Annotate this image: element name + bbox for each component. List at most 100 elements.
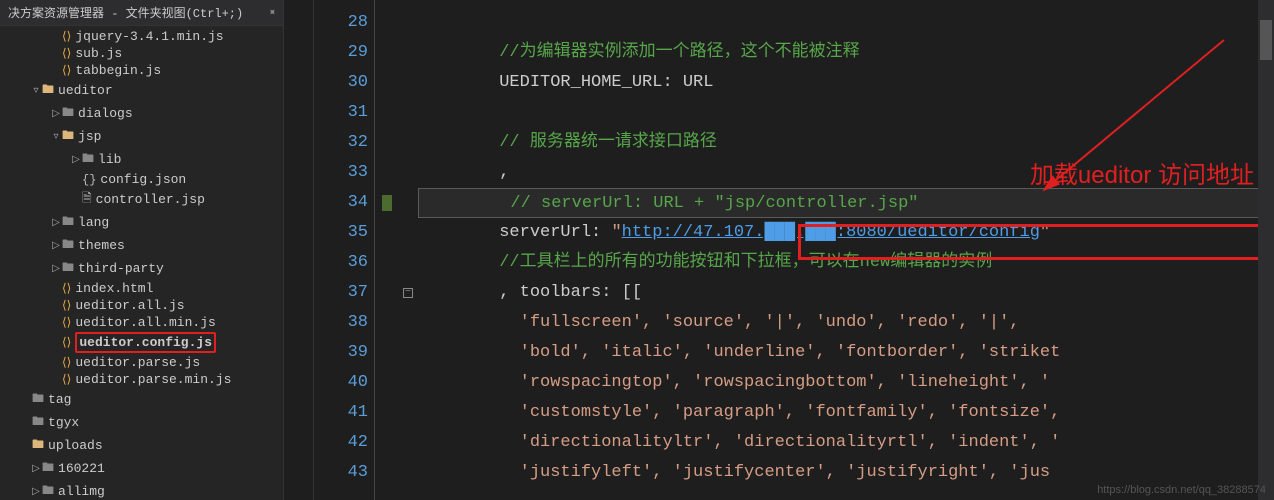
breakpoint-slot[interactable]: [375, 315, 398, 345]
fold-slot[interactable]: [398, 98, 418, 128]
breakpoint-slot[interactable]: [375, 128, 398, 158]
fold-slot[interactable]: −: [398, 278, 418, 308]
fold-slot[interactable]: [398, 458, 418, 488]
tree-item-tgyx[interactable]: 🖿tgyx: [0, 411, 283, 434]
code-line[interactable]: 'customstyle', 'paragraph', 'fontfamily'…: [438, 398, 1274, 428]
tree-item-lib[interactable]: ▷🖿lib: [0, 148, 283, 171]
fold-slot[interactable]: [398, 428, 418, 458]
fold-slot[interactable]: [398, 338, 418, 368]
code-editor: 28293031323334353637383940414243 − //为编辑…: [284, 0, 1274, 500]
breakpoint-slot[interactable]: [375, 68, 398, 98]
sidebar-title: 决方案资源管理器 - 文件夹视图(Ctrl+;): [8, 4, 243, 21]
tree-item-controller-jsp[interactable]: 🗎controller.jsp: [0, 188, 283, 211]
tree-item-jquery-3-4-1-min-js[interactable]: ⟨⟩jquery-3.4.1.min.js: [0, 28, 283, 45]
tree-item-config-json[interactable]: {}config.json: [0, 171, 283, 188]
code-line[interactable]: 'bold', 'italic', 'underline', 'fontbord…: [438, 338, 1274, 368]
breakpoint-slot[interactable]: [375, 98, 398, 128]
breakpoint-slot[interactable]: [375, 255, 398, 285]
expand-arrow-icon[interactable]: ▷: [70, 154, 82, 166]
code-line[interactable]: 'fullscreen', 'source', '|', 'undo', 're…: [438, 308, 1274, 338]
fold-slot[interactable]: [398, 38, 418, 68]
pin-icon[interactable]: ✦: [264, 5, 278, 19]
tree-item-allimg[interactable]: ▷🖿allimg: [0, 480, 283, 500]
breakpoint-slot[interactable]: [375, 8, 398, 38]
expand-arrow-icon[interactable]: ▷: [50, 263, 62, 275]
expand-arrow-icon[interactable]: ▿: [50, 131, 62, 143]
folder-closed-icon: 🖿: [32, 389, 44, 410]
breakpoint-slot[interactable]: [375, 405, 398, 435]
breakpoint-column[interactable]: [374, 0, 398, 500]
breakpoint-slot[interactable]: [375, 435, 398, 465]
code-line[interactable]: serverUrl: "http://47.107.███.███:8080/u…: [438, 218, 1274, 248]
code-line[interactable]: UEDITOR_HOME_URL: URL: [438, 68, 1274, 98]
code-token-keyword: ,: [499, 163, 509, 182]
tree-item-ueditor-config-js[interactable]: ⟨⟩ueditor.config.js: [0, 331, 283, 354]
solution-explorer-panel: 决方案资源管理器 - 文件夹视图(Ctrl+;) ✦ ⟨⟩jquery-3.4.…: [0, 0, 284, 500]
fold-slot[interactable]: [398, 368, 418, 398]
fold-slot[interactable]: [398, 218, 418, 248]
code-line[interactable]: //工具栏上的所有的功能按钮和下拉框，可以在new编辑器的实例: [438, 248, 1274, 278]
fold-slot[interactable]: [398, 8, 418, 38]
expand-arrow-icon[interactable]: ▷: [50, 108, 62, 120]
code-line[interactable]: 'rowspacingtop', 'rowspacingbottom', 'li…: [438, 368, 1274, 398]
breakpoint-slot[interactable]: [375, 375, 398, 405]
breakpoint-slot[interactable]: [375, 195, 398, 225]
code-line[interactable]: // 服务器统一请求接口路径: [438, 128, 1274, 158]
code-line[interactable]: 'directionalityltr', 'directionalityrtl'…: [438, 428, 1274, 458]
expand-arrow-icon[interactable]: ▷: [50, 217, 62, 229]
tree-item-sub-js[interactable]: ⟨⟩sub.js: [0, 45, 283, 62]
breakpoint-slot[interactable]: [375, 158, 398, 188]
fold-slot[interactable]: [398, 308, 418, 338]
fold-column[interactable]: −: [398, 0, 418, 500]
tree-item-ueditor-parse-min-js[interactable]: ⟨⟩ueditor.parse.min.js: [0, 371, 283, 388]
code-line[interactable]: , toolbars: [[: [438, 278, 1274, 308]
breakpoint-slot[interactable]: [375, 465, 398, 495]
tree-item-lang[interactable]: ▷🖿lang: [0, 211, 283, 234]
code-line[interactable]: // serverUrl: URL + "jsp/controller.jsp": [418, 188, 1274, 218]
tree-item-ueditor-all-js[interactable]: ⟨⟩ueditor.all.js: [0, 297, 283, 314]
breakpoint-slot[interactable]: [375, 285, 398, 315]
code-line[interactable]: [438, 98, 1274, 128]
expand-arrow-icon[interactable]: ▿: [30, 85, 42, 97]
tree-item-uploads[interactable]: 🖿uploads: [0, 434, 283, 457]
tree-item-ueditor-parse-js[interactable]: ⟨⟩ueditor.parse.js: [0, 354, 283, 371]
code-token-keyword: , toolbars: [[: [499, 283, 642, 302]
tree-item-third-party[interactable]: ▷🖿third-party: [0, 257, 283, 280]
fold-slot[interactable]: [398, 248, 418, 278]
tree-item-themes[interactable]: ▷🖿themes: [0, 234, 283, 257]
code-line[interactable]: [438, 8, 1274, 38]
tree-item-ueditor-all-min-js[interactable]: ⟨⟩ueditor.all.min.js: [0, 314, 283, 331]
expand-arrow-icon[interactable]: ▷: [50, 240, 62, 252]
js-file-icon: ⟨⟩: [62, 46, 71, 61]
fold-slot[interactable]: [398, 158, 418, 188]
tree-item-dialogs[interactable]: ▷🖿dialogs: [0, 102, 283, 125]
vertical-scrollbar[interactable]: [1258, 0, 1274, 500]
fold-slot[interactable]: [398, 68, 418, 98]
tree-item-ueditor[interactable]: ▿🖿ueditor: [0, 79, 283, 102]
line-number: 34: [314, 188, 368, 218]
line-number-gutter: 28293031323334353637383940414243: [314, 0, 374, 500]
scrollbar-thumb[interactable]: [1260, 20, 1272, 60]
fold-minus-icon[interactable]: −: [403, 288, 413, 298]
code-content[interactable]: //为编辑器实例添加一个路径，这个不能被注释 UEDITOR_HOME_URL:…: [418, 0, 1274, 500]
fold-slot[interactable]: [398, 398, 418, 428]
tree-item-tag[interactable]: 🖿tag: [0, 388, 283, 411]
expand-arrow-icon[interactable]: ▷: [30, 486, 42, 498]
tree-item-tabbegin-js[interactable]: ⟨⟩tabbegin.js: [0, 62, 283, 79]
code-token-link[interactable]: http://47.107.███.███:8080/ueditor/confi…: [622, 223, 1040, 242]
breakpoint-slot[interactable]: [375, 38, 398, 68]
tree-item-label: dialogs: [78, 106, 133, 121]
breakpoint-slot[interactable]: [375, 225, 398, 255]
tree-item-index-html[interactable]: ⟨⟩index.html: [0, 280, 283, 297]
tree-item-jsp[interactable]: ▿🖿jsp: [0, 125, 283, 148]
code-line[interactable]: //为编辑器实例添加一个路径，这个不能被注释: [438, 38, 1274, 68]
fold-slot[interactable]: [398, 188, 418, 218]
expand-arrow-icon[interactable]: ▷: [30, 463, 42, 475]
breakpoint-marker: [382, 195, 392, 211]
tree-item-160221[interactable]: ▷🖿160221: [0, 457, 283, 480]
js-file-icon: ⟨⟩: [62, 29, 71, 44]
breakpoint-slot[interactable]: [375, 345, 398, 375]
folder-open-icon: 🖿: [62, 126, 74, 147]
fold-slot[interactable]: [398, 128, 418, 158]
watermark: https://blog.csdn.net/qq_38288574: [1097, 484, 1266, 496]
